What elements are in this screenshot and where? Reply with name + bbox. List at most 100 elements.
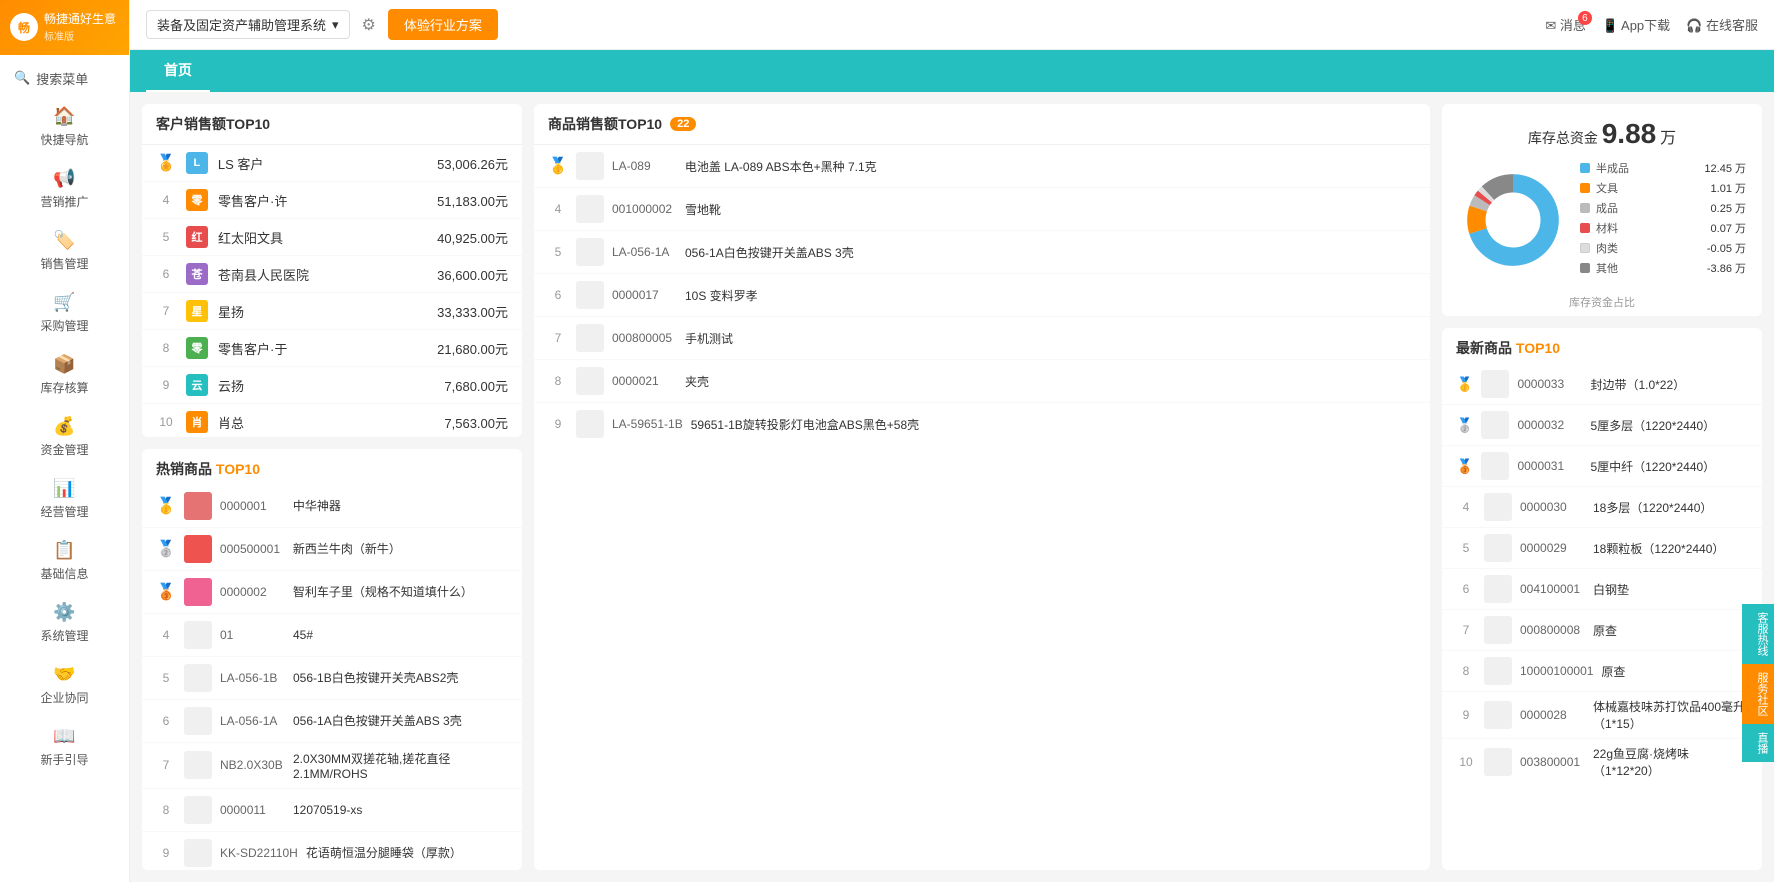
legend-label: 其他 — [1596, 260, 1701, 276]
product-thumbnail — [576, 324, 604, 352]
product-thumbnail — [1481, 452, 1509, 480]
rank-number: 7 — [156, 758, 176, 772]
settings-icon[interactable]: ⚙ — [362, 15, 376, 35]
medal-icon: 🥉 — [1456, 458, 1473, 475]
product-code: LA-056-1A — [612, 245, 677, 259]
sidebar: 畅 畅捷通好生意 标准版 🔍 搜索菜单 🏠 快捷导航 📢 营销推广 🏷️ 销售管… — [0, 0, 130, 882]
product-thumbnail — [184, 839, 212, 867]
chevron-down-icon: ▾ — [332, 17, 339, 33]
list-item: 8 10000100001 原查 — [1442, 651, 1762, 692]
customer-amount: 21,680.00元 — [437, 339, 508, 358]
sidebar-item-inventory[interactable]: 📦 库存核算 — [0, 344, 129, 406]
rank-number: 8 — [548, 374, 568, 388]
sidebar-item-operations[interactable]: 📊 经营管理 — [0, 468, 129, 530]
product-thumbnail — [184, 578, 212, 606]
legend-color — [1580, 163, 1590, 173]
customer-name: 星扬 — [218, 302, 427, 321]
product-code: 0000002 — [220, 585, 285, 599]
product-code: 003800001 — [1520, 755, 1585, 769]
product-code: 0000031 — [1517, 459, 1582, 473]
right-column: 库存总资金 9.88 万 — [1442, 104, 1762, 870]
message-badge[interactable]: ✉ 消息 6 — [1545, 15, 1586, 34]
newest-products-list: 🥇 0000033 封边带（1.0*22） 🥈 0000032 5厘多层（122… — [1442, 364, 1762, 785]
sidebar-item-sales[interactable]: 🏷️ 销售管理 — [0, 220, 129, 282]
rank-number: 9 — [548, 417, 568, 431]
customer-amount: 33,333.00元 — [437, 302, 508, 321]
rank-number: 8 — [156, 803, 176, 817]
sidebar-item-system[interactable]: ⚙️ 系统管理 — [0, 592, 129, 654]
product-name: 45# — [293, 628, 508, 642]
hot-products-list: 🥇 0000001 中华神器 🥈 000500001 新西兰牛肉（新牛） 🥉 — [142, 485, 522, 870]
medal-icon: 🥉 — [156, 582, 176, 602]
list-item: 5 0000029 18颗粒板（1220*2440） — [1442, 528, 1762, 569]
float-btn-live[interactable]: 直播 — [1742, 724, 1774, 762]
rank-number: 6 — [156, 267, 176, 281]
avatar: 红 — [186, 226, 208, 248]
inventory-legend: 半成品 12.45 万 文具 1.01 万 成品 0.25 万 — [1580, 160, 1746, 280]
message-icon: ✉ — [1545, 18, 1556, 33]
legend-color — [1580, 183, 1590, 193]
app-download-link[interactable]: 📱 App下载 — [1602, 15, 1670, 34]
list-item: 4 01 45# — [142, 614, 522, 657]
inventory-title: 库存总资金 — [1528, 130, 1598, 146]
product-name: 手机测试 — [685, 330, 1416, 347]
rank-number: 9 — [1456, 708, 1476, 722]
medal-icon: 🥈 — [156, 539, 176, 559]
legend-value: 12.45 万 — [1704, 160, 1746, 176]
app-edition: 标准版 — [44, 28, 116, 43]
search-menu[interactable]: 🔍 搜索菜单 — [0, 61, 129, 96]
customer-name: 零售客户·于 — [218, 339, 427, 358]
content-area: 客户销售额TOP10 🏅 L LS 客户 53,006.26元 4 零 零售客户… — [130, 92, 1774, 882]
rank-number: 5 — [1456, 541, 1476, 555]
online-service-link[interactable]: 🎧 在线客服 — [1686, 15, 1758, 34]
sidebar-item-shortcuts[interactable]: 🏠 快捷导航 — [0, 96, 129, 158]
inventory-chart-area: 半成品 12.45 万 文具 1.01 万 成品 0.25 万 — [1442, 150, 1762, 294]
donut-chart — [1458, 165, 1568, 275]
search-icon: 🔍 — [14, 70, 30, 86]
table-row: 9 云 云扬 7,680.00元 — [142, 367, 522, 404]
product-name: 056-1B白色按键开关壳ABS2壳 — [293, 669, 508, 686]
product-name: 中华神器 — [293, 497, 508, 514]
finance-icon: 💰 — [53, 416, 75, 437]
tab-home[interactable]: 首页 — [146, 50, 210, 92]
customer-ranking-header: 客户销售额TOP10 — [142, 104, 522, 145]
sidebar-item-basics[interactable]: 📋 基础信息 — [0, 530, 129, 592]
sidebar-item-marketing[interactable]: 📢 营销推广 — [0, 158, 129, 220]
sidebar-item-finance[interactable]: 💰 资金管理 — [0, 406, 129, 468]
header: 装备及固定资产辅助管理系统 ▾ ⚙ 体验行业方案 ✉ 消息 6 📱 App下载 … — [130, 0, 1774, 50]
product-code: 001000002 — [612, 202, 677, 216]
product-name: 体械嘉枝味苏打饮品400毫升（1*15） — [1593, 698, 1748, 732]
legend-color — [1580, 223, 1590, 233]
list-item: 7 000800008 原查 — [1442, 610, 1762, 651]
product-thumbnail — [1481, 370, 1509, 398]
float-btn-service[interactable]: 客服热线 — [1742, 604, 1774, 664]
customer-name: 肖总 — [218, 413, 434, 432]
trial-button[interactable]: 体验行业方案 — [388, 9, 498, 40]
hot-products-card: 热销商品 TOP10 🥇 0000001 中华神器 🥈 000500001 新 — [142, 449, 522, 870]
product-code: 10000100001 — [1520, 664, 1593, 678]
product-thumbnail — [184, 751, 212, 779]
rank-number: 4 — [156, 628, 176, 642]
product-code: 01 — [220, 628, 285, 642]
sidebar-item-guide[interactable]: 📖 新手引导 — [0, 716, 129, 778]
sidebar-nav: 🔍 搜索菜单 🏠 快捷导航 📢 营销推广 🏷️ 销售管理 🛒 采购管理 📦 库存… — [0, 55, 129, 882]
system-selector[interactable]: 装备及固定资产辅助管理系统 ▾ — [146, 10, 350, 39]
rank-number: 6 — [1456, 582, 1476, 596]
product-name: 2.0X30MM双搓花轴,搓花直径2.1MM/ROHS — [293, 750, 508, 781]
avatar: L — [186, 152, 208, 174]
customer-amount: 51,183.00元 — [437, 191, 508, 210]
sidebar-item-collaboration[interactable]: 🤝 企业协同 — [0, 654, 129, 716]
basics-icon: 📋 — [53, 540, 75, 561]
main-area: 装备及固定资产辅助管理系统 ▾ ⚙ 体验行业方案 ✉ 消息 6 📱 App下载 … — [130, 0, 1774, 882]
hot-products-header: 热销商品 TOP10 — [142, 449, 522, 485]
mid-column: 商品销售额TOP10 22 🥇 LA-089 电池盖 LA-089 ABS本色+… — [534, 104, 1430, 870]
product-code: 0000028 — [1520, 708, 1585, 722]
table-row: 7 星 星扬 33,333.00元 — [142, 293, 522, 330]
phone-icon: 📱 — [1602, 18, 1618, 33]
float-btn-community[interactable]: 服务社区 — [1742, 664, 1774, 724]
table-row: 6 苍 苍南县人民医院 36,600.00元 — [142, 256, 522, 293]
product-code: NB2.0X30B — [220, 758, 285, 772]
sidebar-item-purchase[interactable]: 🛒 采购管理 — [0, 282, 129, 344]
list-item: 9 KK-SD22110H 花语萌恒温分腿睡袋（厚款） — [142, 832, 522, 870]
product-code: LA-056-1B — [220, 671, 285, 685]
